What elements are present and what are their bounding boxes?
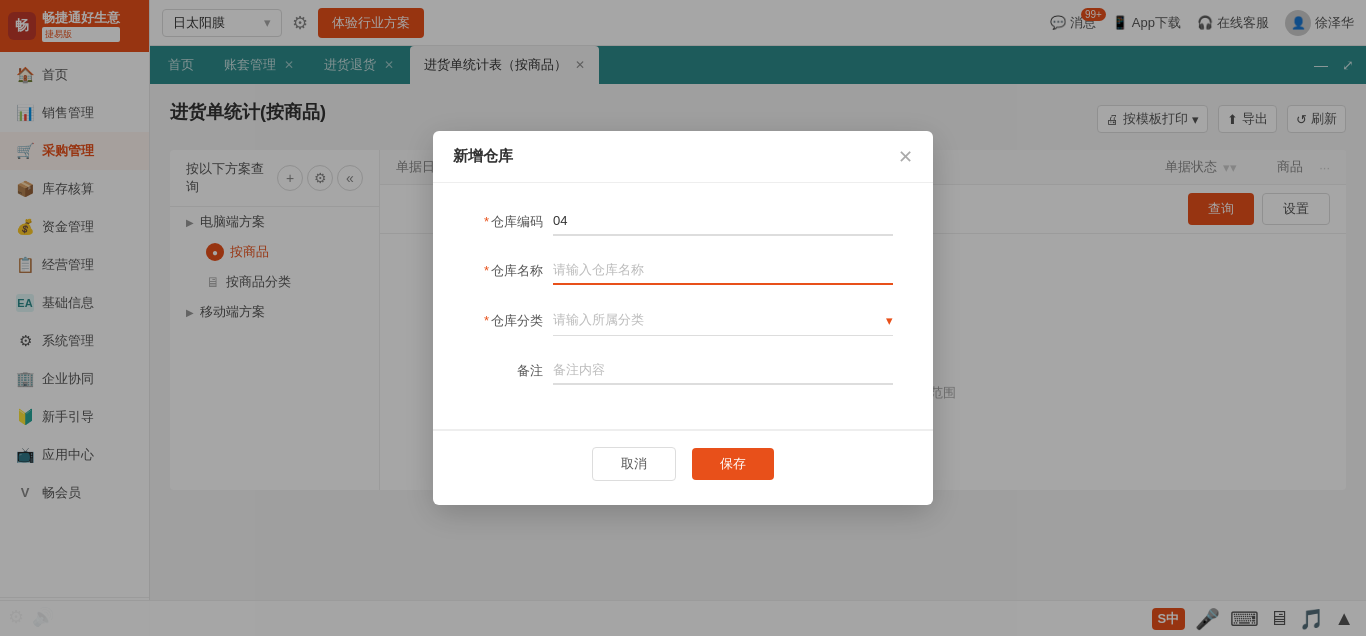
modal-header: 新增仓库 ✕ (433, 131, 933, 183)
field-category-wrap: 请输入所属分类 ▾ (553, 305, 893, 336)
category-placeholder: 请输入所属分类 (553, 311, 886, 329)
field-notes-wrap (553, 356, 893, 385)
field-notes-input[interactable] (553, 356, 893, 385)
form-row-category: 仓库分类 请输入所属分类 ▾ (473, 305, 893, 336)
modal-save-btn[interactable]: 保存 (692, 448, 774, 480)
modal-body: 仓库编码 仓库名称 仓库分类 请输入所属分类 ▾ (433, 183, 933, 429)
field-name-label: 仓库名称 (473, 262, 553, 280)
modal-footer: 取消 保存 (433, 430, 933, 505)
modal-close-btn[interactable]: ✕ (898, 148, 913, 166)
field-code-input[interactable] (553, 207, 893, 236)
field-name-wrap (553, 256, 893, 285)
field-category-select[interactable]: 请输入所属分类 ▾ (553, 305, 893, 336)
category-dropdown-arrow-icon: ▾ (886, 313, 893, 328)
add-warehouse-modal: 新增仓库 ✕ 仓库编码 仓库名称 仓库分类 (433, 131, 933, 505)
form-row-notes: 备注 (473, 356, 893, 385)
form-row-code: 仓库编码 (473, 207, 893, 236)
form-row-name: 仓库名称 (473, 256, 893, 285)
field-notes-label: 备注 (473, 362, 553, 380)
field-category-label: 仓库分类 (473, 312, 553, 330)
field-code-wrap (553, 207, 893, 236)
modal-title: 新增仓库 (453, 147, 513, 166)
field-name-input[interactable] (553, 256, 893, 285)
field-code-label: 仓库编码 (473, 213, 553, 231)
modal-overlay[interactable]: 新增仓库 ✕ 仓库编码 仓库名称 仓库分类 (0, 0, 1366, 636)
modal-cancel-btn[interactable]: 取消 (592, 447, 676, 481)
